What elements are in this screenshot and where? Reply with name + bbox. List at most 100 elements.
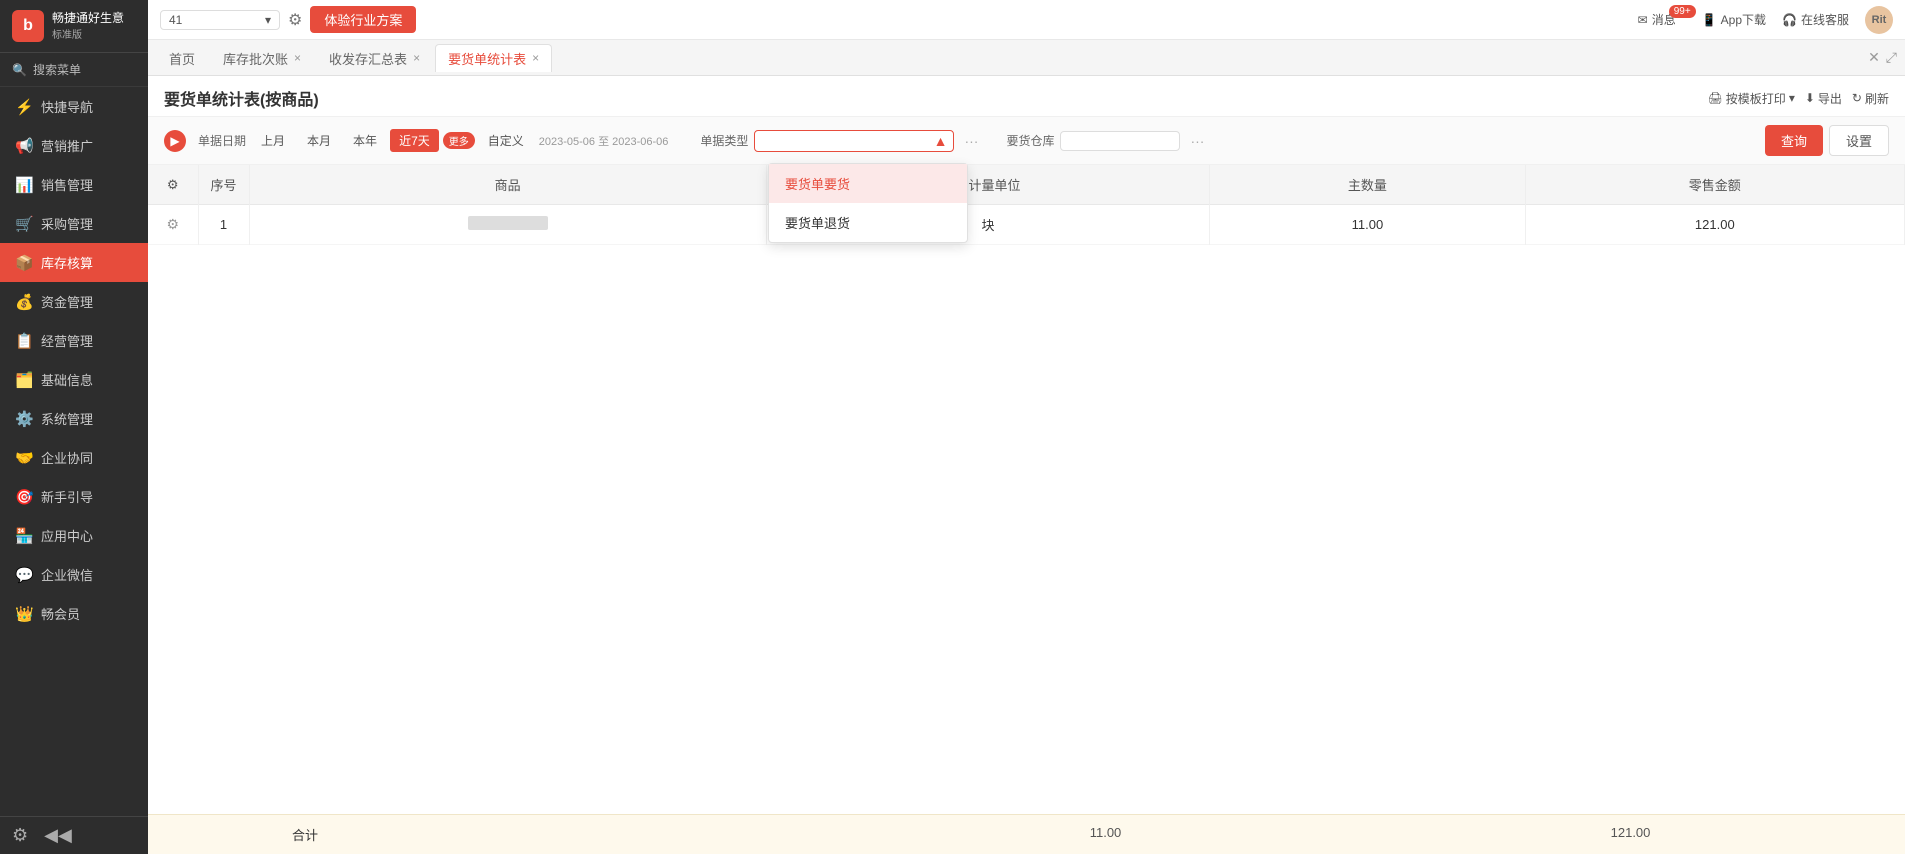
- message-btn[interactable]: ✉ 消息 99+: [1638, 11, 1686, 28]
- sidebar-item-inventory[interactable]: 📦 库存核算: [0, 243, 148, 282]
- trial-btn[interactable]: 体验行业方案: [310, 6, 416, 33]
- app-download-label: App下载: [1721, 11, 1766, 28]
- tab-batch-close[interactable]: ×: [294, 51, 301, 65]
- tab-summary[interactable]: 收发存汇总表 ×: [316, 44, 433, 72]
- sidebar-item-basic[interactable]: 🗂️ 基础信息: [0, 360, 148, 399]
- col-product: 商品: [249, 165, 766, 205]
- app-name: 畅捷通好生意: [52, 11, 124, 27]
- dropdown-item-order-return[interactable]: 要货单退货: [769, 203, 967, 242]
- sidebar-bottom: ⚙ ◀◀: [0, 816, 148, 854]
- tab-home-label: 首页: [169, 49, 195, 68]
- type-ellipsis-icon[interactable]: ···: [964, 133, 978, 149]
- sidebar-item-label: 营销推广: [41, 136, 93, 155]
- sidebar-item-label: 新手引导: [41, 487, 93, 506]
- store-selector[interactable]: 41 ▾: [160, 10, 280, 30]
- sidebar-item-member[interactable]: 👑 畅会员: [0, 594, 148, 633]
- tab-close-all-icon[interactable]: ✕: [1868, 49, 1880, 66]
- warehouse-input-wrap: [1060, 131, 1180, 151]
- sidebar: b 畅捷通好生意 标准版 🔍 搜索菜单 ⚡ 快捷导航 📢 营销推广 📊 销售管理…: [0, 0, 148, 854]
- date-more-badge[interactable]: 更多: [443, 132, 475, 149]
- row-seq: 1: [220, 217, 227, 232]
- page-title: 要货单统计表(按商品): [164, 86, 319, 110]
- page-body: 要货单统计表(按商品) 🖨 按模板打印 ▾ ⬇ 导出 ↻ 刷新 ▶: [148, 76, 1905, 854]
- tab-batch[interactable]: 库存批次账 ×: [210, 44, 314, 72]
- type-filter-label: 单据类型: [700, 132, 748, 149]
- date-chip-last-month[interactable]: 上月: [252, 129, 294, 152]
- row-amount-cell: 121.00: [1525, 205, 1904, 245]
- user-avatar[interactable]: Rit: [1865, 6, 1893, 34]
- warehouse-input[interactable]: [1067, 134, 1173, 148]
- sidebar-item-shortcut[interactable]: ⚡ 快捷导航: [0, 87, 148, 126]
- sidebar-item-sales[interactable]: 📊 销售管理: [0, 165, 148, 204]
- date-chip-this-month[interactable]: 本月: [298, 129, 340, 152]
- message-badge: 99+: [1669, 5, 1696, 18]
- topbar-gear-icon[interactable]: ⚙: [288, 10, 302, 30]
- tab-home[interactable]: 首页: [156, 44, 208, 72]
- sidebar-item-marketing[interactable]: 📢 营销推广: [0, 126, 148, 165]
- refresh-icon: ↻: [1852, 91, 1862, 105]
- avatar-text: Rit: [1872, 14, 1887, 26]
- main-table: ⚙ 序号 商品 主计量单位 主数量 零售金额 ⚙ 1 块: [148, 165, 1905, 245]
- row-gear-icon[interactable]: ⚙: [166, 216, 179, 232]
- refresh-btn[interactable]: ↻ 刷新: [1852, 90, 1889, 107]
- export-btn[interactable]: ⬇ 导出: [1805, 90, 1842, 107]
- date-chips: 上月 本月 本年 近7天 更多 自定义: [252, 129, 533, 152]
- search-icon: 🔍: [12, 63, 27, 77]
- footer-quantity: 11.00: [1090, 825, 1122, 840]
- filter-actions: 查询 设置: [1765, 125, 1889, 156]
- settings-filter-btn[interactable]: 设置: [1829, 125, 1889, 156]
- sidebar-item-appstore[interactable]: 🏪 应用中心: [0, 516, 148, 555]
- settings-bottom-icon[interactable]: ⚙: [12, 825, 28, 846]
- date-chip-7days[interactable]: 近7天: [390, 129, 439, 152]
- sidebar-item-operation[interactable]: 📋 经营管理: [0, 321, 148, 360]
- tabbar-right: ✕ ⤢: [1868, 49, 1897, 66]
- query-btn[interactable]: 查询: [1765, 125, 1823, 156]
- online-service-btn[interactable]: 🎧 在线客服: [1782, 11, 1849, 28]
- type-input[interactable]: [761, 134, 933, 148]
- warehouse-filter-label: 要货仓库: [1006, 132, 1054, 149]
- sidebar-search[interactable]: 🔍 搜索菜单: [0, 53, 148, 87]
- sidebar-item-finance[interactable]: 💰 资金管理: [0, 282, 148, 321]
- tabbar: 首页 库存批次账 × 收发存汇总表 × 要货单统计表 × ✕ ⤢: [148, 40, 1905, 76]
- message-icon: ✉: [1638, 13, 1648, 27]
- row-gear-cell: ⚙: [148, 205, 198, 245]
- sidebar-item-label: 畅会员: [41, 604, 80, 623]
- sidebar-item-label: 企业微信: [41, 565, 93, 584]
- sidebar-item-enterprise[interactable]: 🤝 企业协同: [0, 438, 148, 477]
- basic-icon: 🗂️: [15, 371, 33, 389]
- sidebar-logo: b 畅捷通好生意 标准版: [0, 0, 148, 53]
- tab-summary-label: 收发存汇总表: [329, 49, 407, 68]
- sidebar-item-system[interactable]: ⚙️ 系统管理: [0, 399, 148, 438]
- print-btn[interactable]: 🖨 按模板打印 ▾: [1708, 90, 1795, 107]
- row-product-cell: [249, 205, 766, 245]
- tab-order-stats[interactable]: 要货单统计表 ×: [435, 44, 552, 72]
- shortcut-icon: ⚡: [15, 98, 33, 116]
- row-amount: 121.00: [1695, 217, 1735, 232]
- tab-expand-icon[interactable]: ⤢: [1886, 49, 1897, 66]
- type-dropdown-arrow-icon[interactable]: ▲: [934, 133, 948, 149]
- dropdown-item-order-goods[interactable]: 要货单要货: [769, 164, 967, 203]
- sidebar-item-label: 库存核算: [41, 253, 93, 272]
- filter-expand-btn[interactable]: ▶: [164, 130, 186, 152]
- sidebar-item-guide[interactable]: 🎯 新手引导: [0, 477, 148, 516]
- tab-order-stats-close[interactable]: ×: [532, 51, 539, 65]
- purchase-icon: 🛒: [15, 215, 33, 233]
- tab-summary-close[interactable]: ×: [413, 51, 420, 65]
- type-input-wrap: ▲: [754, 130, 954, 152]
- date-chip-this-year[interactable]: 本年: [344, 129, 386, 152]
- app-download-btn[interactable]: 📱 App下载: [1702, 11, 1766, 28]
- sales-icon: 📊: [15, 176, 33, 194]
- date-chip-custom[interactable]: 自定义: [479, 129, 533, 152]
- table-footer: 合计 11.00 121.00: [148, 814, 1905, 854]
- gear-header-icon[interactable]: ⚙: [167, 177, 179, 192]
- collapse-icon[interactable]: ◀◀: [44, 825, 72, 846]
- sidebar-item-label: 系统管理: [41, 409, 93, 428]
- sidebar-item-purchase[interactable]: 🛒 采购管理: [0, 204, 148, 243]
- sidebar-nav: ⚡ 快捷导航 📢 营销推广 📊 销售管理 🛒 采购管理 📦 库存核算 💰 资金管…: [0, 87, 148, 816]
- date-filter-label: 单据日期: [198, 132, 246, 149]
- sidebar-item-wechat[interactable]: 💬 企业微信: [0, 555, 148, 594]
- row-quantity: 11.00: [1352, 217, 1384, 232]
- sidebar-item-label: 快捷导航: [41, 97, 93, 116]
- warehouse-ellipsis-icon[interactable]: ···: [1190, 133, 1204, 149]
- sidebar-item-label: 销售管理: [41, 175, 93, 194]
